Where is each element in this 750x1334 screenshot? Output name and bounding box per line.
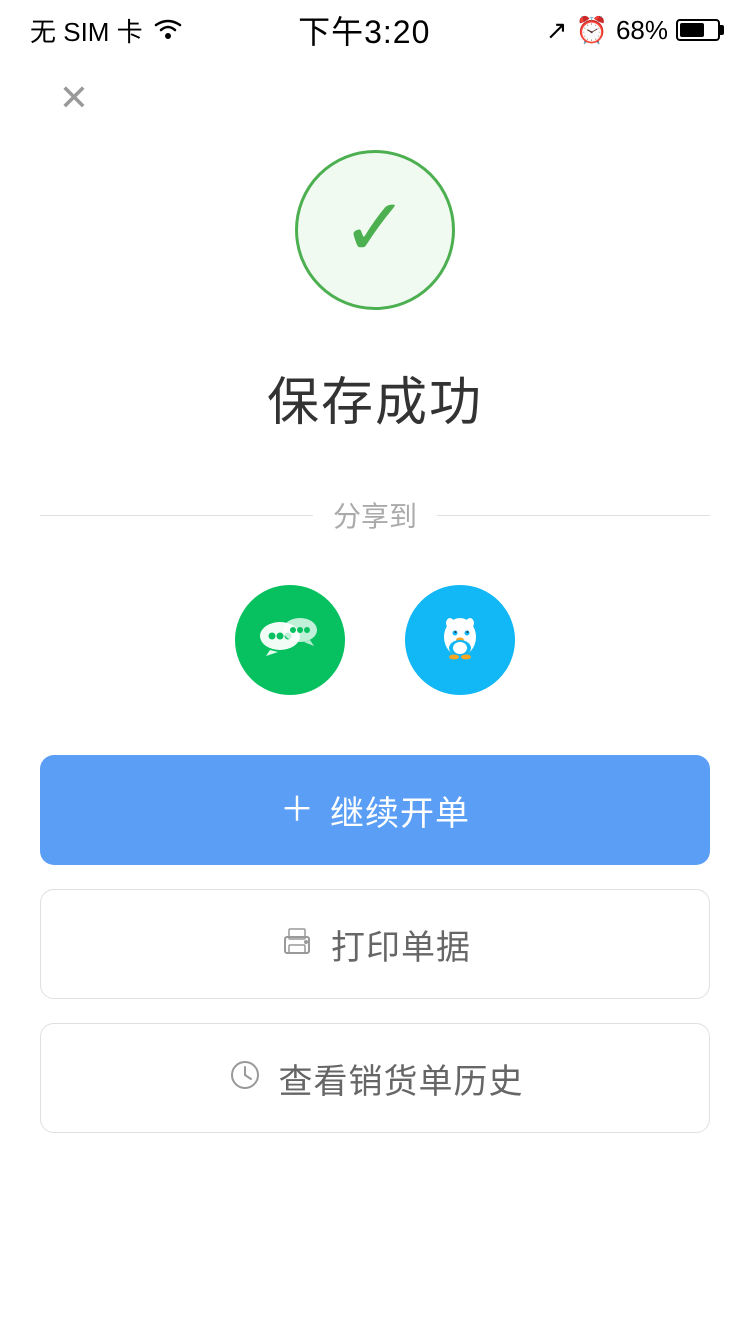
print-label: 打印单据 — [331, 920, 471, 969]
qq-icon — [430, 610, 490, 670]
print-button[interactable]: 打印单据 — [40, 889, 710, 999]
divider-right — [437, 515, 710, 516]
battery-icon — [676, 19, 720, 41]
print-icon — [279, 923, 315, 965]
continue-button[interactable]: ＋ 继续开单 — [40, 755, 710, 865]
checkmark-icon: ✓ — [341, 188, 408, 268]
location-icon: ↗ — [546, 15, 568, 46]
history-icon — [227, 1057, 263, 1099]
main-content: ✓ 保存成功 分享到 — [0, 60, 750, 1133]
alarm-icon: ⏰ — [576, 15, 608, 46]
divider-left — [40, 515, 313, 516]
history-label: 查看销货单历史 — [279, 1054, 524, 1103]
continue-label: 继续开单 — [330, 786, 470, 835]
action-buttons: ＋ 继续开单 打印单据 — [0, 755, 750, 1133]
success-title: 保存成功 — [267, 360, 483, 435]
battery-percent: 68% — [616, 15, 668, 46]
share-divider: 分享到 — [40, 495, 710, 535]
share-section: 分享到 — [0, 495, 750, 695]
share-label: 分享到 — [333, 495, 417, 535]
success-circle: ✓ — [295, 150, 455, 310]
qq-share-button[interactable] — [405, 585, 515, 695]
close-button[interactable]: ✕ — [48, 72, 100, 124]
wechat-icon — [256, 606, 324, 674]
history-button[interactable]: 查看销货单历史 — [40, 1023, 710, 1133]
share-icons — [40, 585, 710, 695]
status-bar: 无 SIM 卡 下午3:20 ↗ ⏰ 68% — [0, 0, 750, 60]
status-right: ↗ ⏰ 68% — [546, 15, 720, 46]
carrier-label: 无 SIM 卡 — [30, 12, 143, 49]
plus-icon: ＋ — [280, 793, 314, 827]
close-icon: ✕ — [59, 80, 89, 116]
wifi-icon — [153, 15, 183, 46]
status-time: 下午3:20 — [298, 7, 430, 53]
status-left: 无 SIM 卡 — [30, 12, 183, 49]
wechat-share-button[interactable] — [235, 585, 345, 695]
